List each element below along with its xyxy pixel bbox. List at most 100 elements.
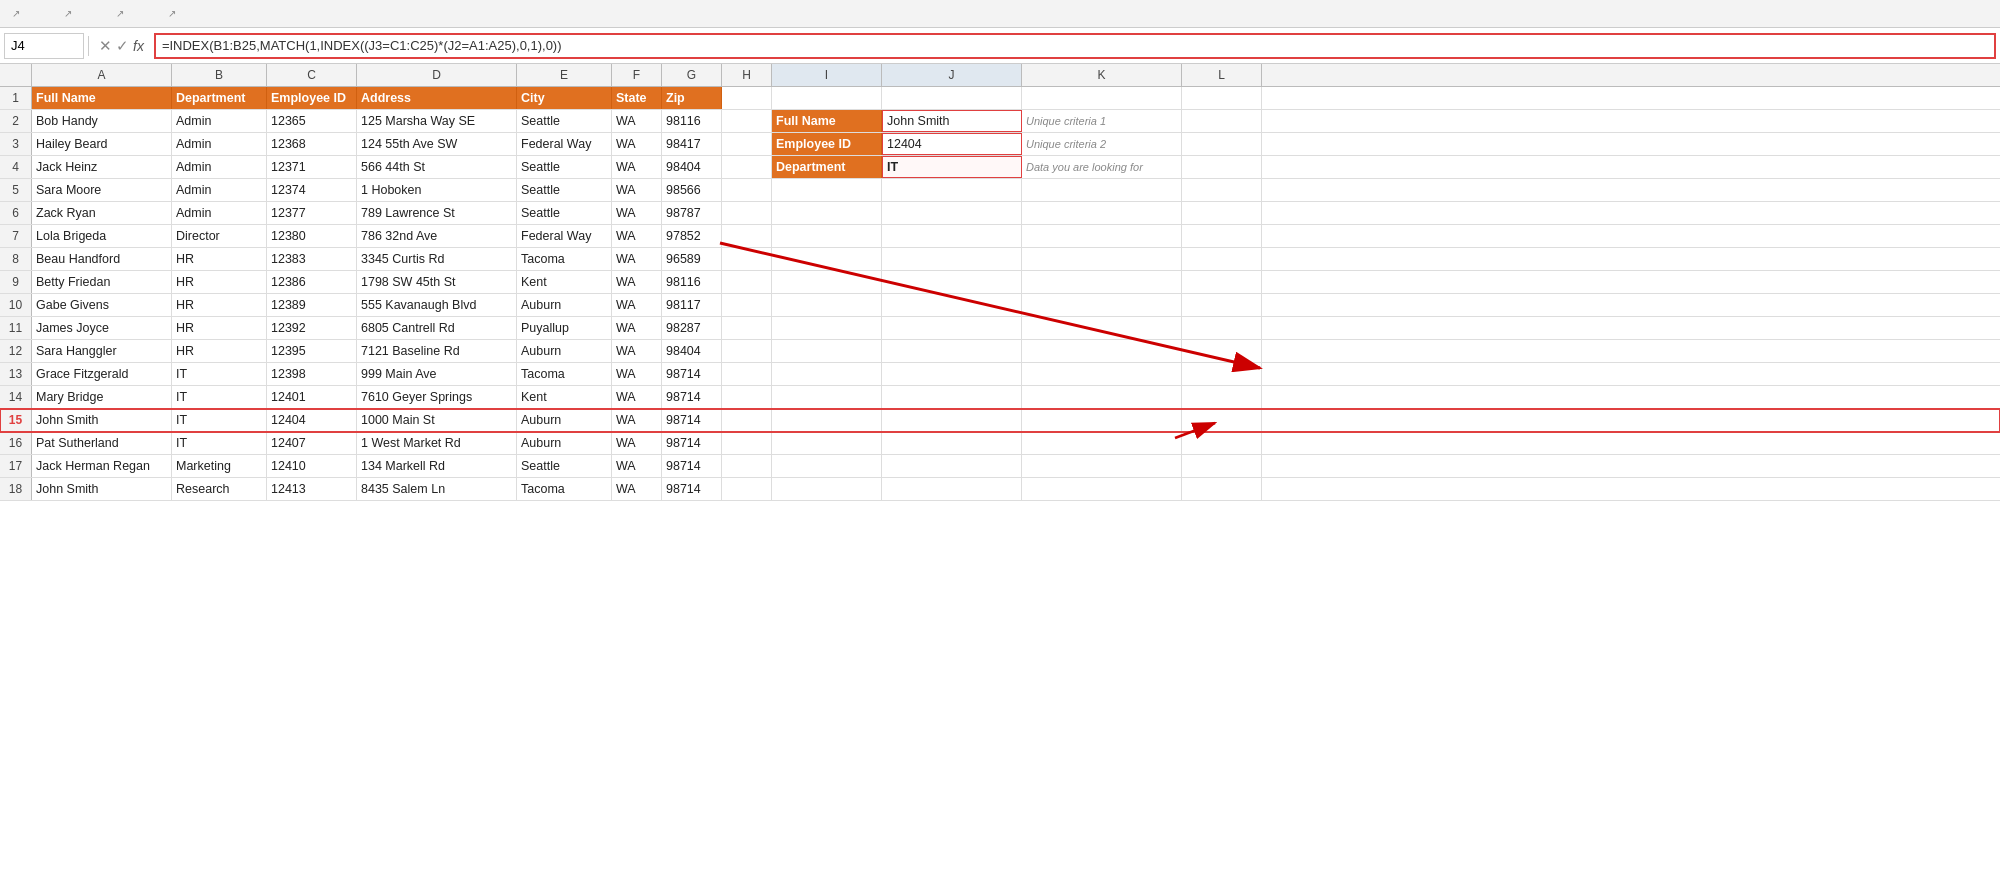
cell-j2[interactable]: John Smith (882, 110, 1022, 132)
cell-c7[interactable]: 12380 (267, 225, 357, 247)
cell-j18[interactable] (882, 478, 1022, 500)
cell-g3[interactable]: 98417 (662, 133, 722, 155)
cell-g9[interactable]: 98116 (662, 271, 722, 293)
cell-c18[interactable]: 12413 (267, 478, 357, 500)
cell-c15[interactable]: 12404 (267, 409, 357, 431)
cell-b18[interactable]: Research (172, 478, 267, 500)
cell-f13[interactable]: WA (612, 363, 662, 385)
cell-i2[interactable]: Full Name (772, 110, 882, 132)
cell-g12[interactable]: 98404 (662, 340, 722, 362)
cell-i3[interactable]: Employee ID (772, 133, 882, 155)
cell-g14[interactable]: 98714 (662, 386, 722, 408)
cell-b11[interactable]: HR (172, 317, 267, 339)
cell-c12[interactable]: 12395 (267, 340, 357, 362)
cell-g5[interactable]: 98566 (662, 179, 722, 201)
cell-d7[interactable]: 786 32nd Ave (357, 225, 517, 247)
cell-d1[interactable]: Address (357, 87, 517, 109)
cell-g1[interactable]: Zip (662, 87, 722, 109)
cell-b14[interactable]: IT (172, 386, 267, 408)
cell-e15[interactable]: Auburn (517, 409, 612, 431)
cell-j12[interactable] (882, 340, 1022, 362)
cell-b6[interactable]: Admin (172, 202, 267, 224)
cell-d6[interactable]: 789 Lawrence St (357, 202, 517, 224)
cell-e13[interactable]: Tacoma (517, 363, 612, 385)
cell-f16[interactable]: WA (612, 432, 662, 454)
cell-a16[interactable]: Pat Sutherland (32, 432, 172, 454)
cell-b15[interactable]: IT (172, 409, 267, 431)
cell-f10[interactable]: WA (612, 294, 662, 316)
cell-f1[interactable]: State (612, 87, 662, 109)
cell-g8[interactable]: 96589 (662, 248, 722, 270)
cell-e11[interactable]: Puyallup (517, 317, 612, 339)
cell-f4[interactable]: WA (612, 156, 662, 178)
cell-j13[interactable] (882, 363, 1022, 385)
cell-b8[interactable]: HR (172, 248, 267, 270)
cell-j14[interactable] (882, 386, 1022, 408)
cell-a14[interactable]: Mary Bridge (32, 386, 172, 408)
cell-a18[interactable]: John Smith (32, 478, 172, 500)
cell-c8[interactable]: 12383 (267, 248, 357, 270)
cell-i11[interactable] (772, 317, 882, 339)
cell-c2[interactable]: 12365 (267, 110, 357, 132)
cell-b2[interactable]: Admin (172, 110, 267, 132)
cell-g18[interactable]: 98714 (662, 478, 722, 500)
cell-j6[interactable] (882, 202, 1022, 224)
cell-c3[interactable]: 12368 (267, 133, 357, 155)
cell-b10[interactable]: HR (172, 294, 267, 316)
cell-a17[interactable]: Jack Herman Regan (32, 455, 172, 477)
cell-d2[interactable]: 125 Marsha Way SE (357, 110, 517, 132)
cell-i15[interactable] (772, 409, 882, 431)
cell-d16[interactable]: 1 West Market Rd (357, 432, 517, 454)
cell-j8[interactable] (882, 248, 1022, 270)
cell-e12[interactable]: Auburn (517, 340, 612, 362)
cell-g6[interactable]: 98787 (662, 202, 722, 224)
cell-j5[interactable] (882, 179, 1022, 201)
cell-a3[interactable]: Hailey Beard (32, 133, 172, 155)
cell-f9[interactable]: WA (612, 271, 662, 293)
cell-b16[interactable]: IT (172, 432, 267, 454)
cell-a2[interactable]: Bob Handy (32, 110, 172, 132)
cell-j10[interactable] (882, 294, 1022, 316)
cell-c14[interactable]: 12401 (267, 386, 357, 408)
cell-e8[interactable]: Tacoma (517, 248, 612, 270)
cell-i6[interactable] (772, 202, 882, 224)
cell-i14[interactable] (772, 386, 882, 408)
cell-d11[interactable]: 6805 Cantrell Rd (357, 317, 517, 339)
cell-a5[interactable]: Sara Moore (32, 179, 172, 201)
cell-f5[interactable]: WA (612, 179, 662, 201)
cell-j4[interactable]: IT (882, 156, 1022, 178)
cell-e17[interactable]: Seattle (517, 455, 612, 477)
cell-i12[interactable] (772, 340, 882, 362)
cell-g10[interactable]: 98117 (662, 294, 722, 316)
cell-b12[interactable]: HR (172, 340, 267, 362)
cell-j3[interactable]: 12404 (882, 133, 1022, 155)
cell-c5[interactable]: 12374 (267, 179, 357, 201)
cell-b3[interactable]: Admin (172, 133, 267, 155)
cell-d8[interactable]: 3345 Curtis Rd (357, 248, 517, 270)
cell-f15[interactable]: WA (612, 409, 662, 431)
cell-g15[interactable]: 98714 (662, 409, 722, 431)
cell-a10[interactable]: Gabe Givens (32, 294, 172, 316)
cell-i4[interactable]: Department (772, 156, 882, 178)
cell-f18[interactable]: WA (612, 478, 662, 500)
cell-f11[interactable]: WA (612, 317, 662, 339)
cell-d12[interactable]: 7121 Baseline Rd (357, 340, 517, 362)
cell-d4[interactable]: 566 44th St (357, 156, 517, 178)
cell-j11[interactable] (882, 317, 1022, 339)
cell-i9[interactable] (772, 271, 882, 293)
cell-b1[interactable]: Department (172, 87, 267, 109)
cell-g13[interactable]: 98714 (662, 363, 722, 385)
cell-g11[interactable]: 98287 (662, 317, 722, 339)
cell-d9[interactable]: 1798 SW 45th St (357, 271, 517, 293)
cell-c1[interactable]: Employee ID (267, 87, 357, 109)
cell-d14[interactable]: 7610 Geyer Springs (357, 386, 517, 408)
cell-c11[interactable]: 12392 (267, 317, 357, 339)
cell-e14[interactable]: Kent (517, 386, 612, 408)
cell-f3[interactable]: WA (612, 133, 662, 155)
cell-j15[interactable] (882, 409, 1022, 431)
cell-a7[interactable]: Lola Brigeda (32, 225, 172, 247)
cell-d5[interactable]: 1 Hoboken (357, 179, 517, 201)
cell-i7[interactable] (772, 225, 882, 247)
cell-a12[interactable]: Sara Hanggler (32, 340, 172, 362)
cell-b17[interactable]: Marketing (172, 455, 267, 477)
